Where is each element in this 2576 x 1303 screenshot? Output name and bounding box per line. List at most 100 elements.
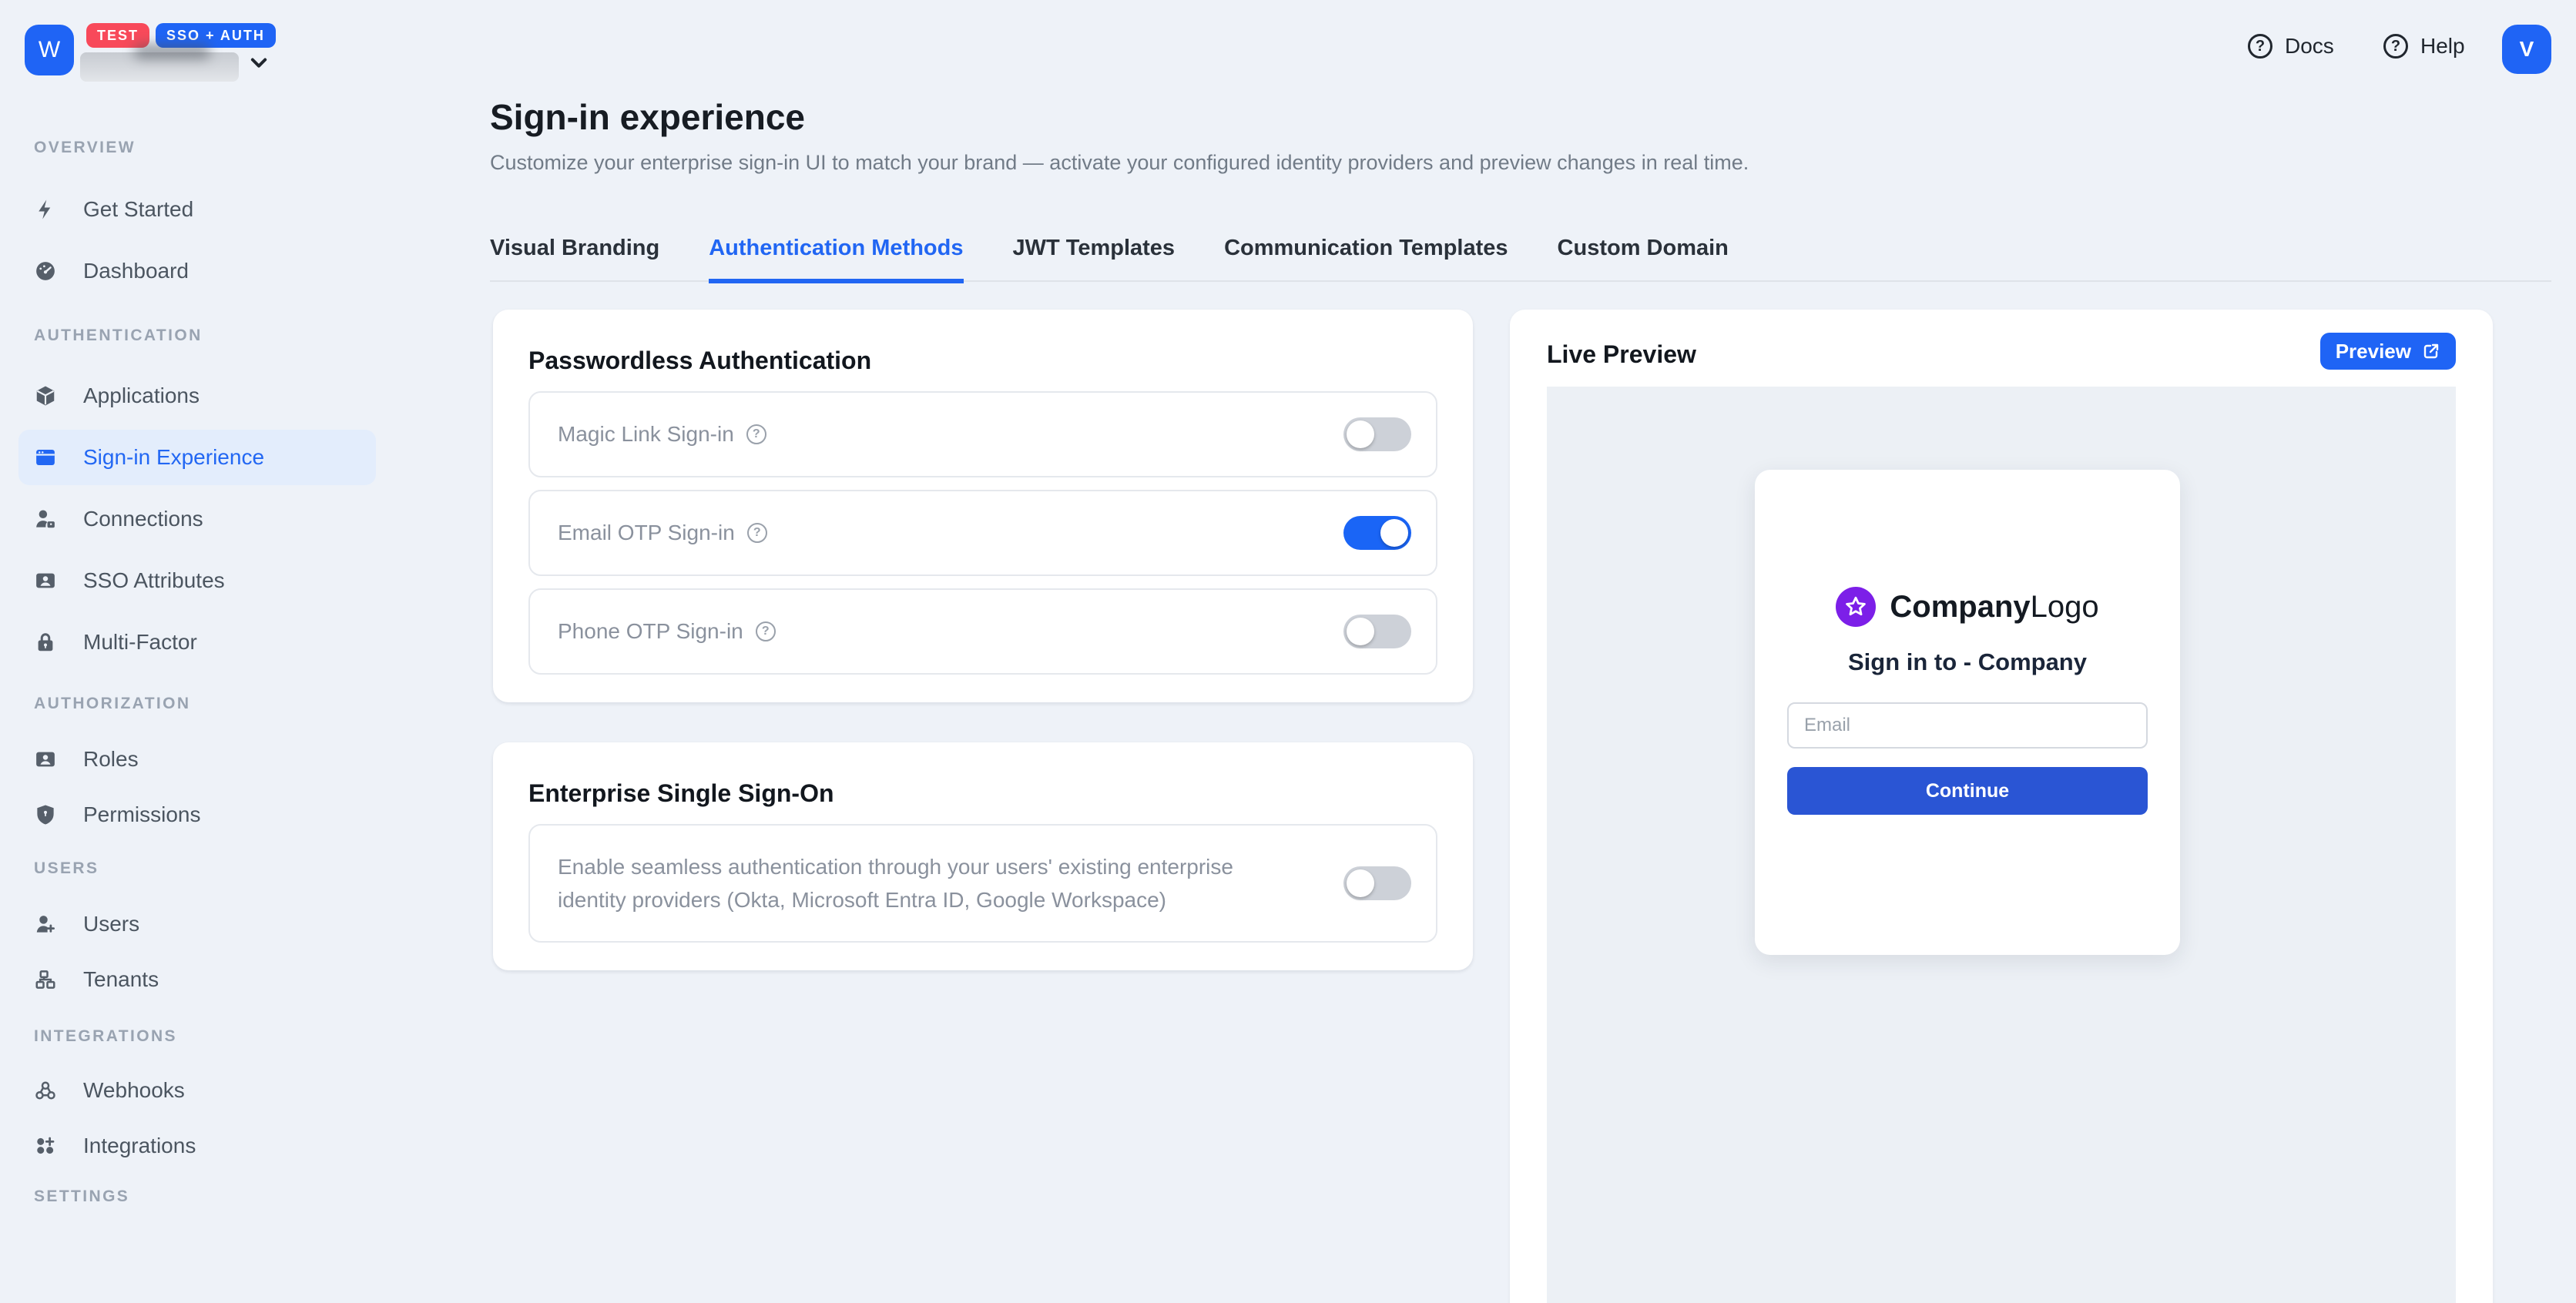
sidebar-item-label: Tenants [83, 967, 159, 992]
signin-heading: Sign in to - Company [1787, 648, 2148, 676]
help-link[interactable]: ? Help [2383, 34, 2465, 59]
tab-jwt-templates[interactable]: JWT Templates [1013, 234, 1176, 280]
app-root: W TEST SSO + AUTH ? Docs ? Help V OVERVI… [0, 0, 2576, 1303]
magic-link-label: Magic Link Sign-in [558, 422, 734, 447]
brand-bold: Company [1890, 590, 2030, 624]
sidebar-item-sign-in-experience[interactable]: Sign-in Experience [18, 430, 376, 485]
sidebar-item-label: Permissions [83, 802, 200, 827]
sidebar-item-webhooks[interactable]: Webhooks [18, 1063, 376, 1118]
sidebar-item-users[interactable]: Users [18, 896, 376, 952]
help-label: Help [2420, 34, 2465, 59]
page-subtitle: Customize your enterprise sign-in UI to … [490, 151, 2551, 175]
email-otp-label: Email OTP Sign-in [558, 521, 735, 545]
sidebar-item-connections[interactable]: Connections [18, 491, 376, 547]
sidebar-item-label: Integrations [83, 1134, 196, 1158]
passwordless-title: Passwordless Authentication [528, 348, 1437, 373]
sidebar-item-permissions[interactable]: Permissions [18, 787, 376, 842]
sidebar-item-integrations[interactable]: Integrations [18, 1118, 376, 1174]
toggle-knob [1347, 869, 1374, 897]
phone-otp-label: Phone OTP Sign-in [558, 619, 743, 644]
preview-button[interactable]: Preview [2320, 333, 2456, 370]
live-preview-panel: Live Preview Preview CompanyLogo Sign in… [1510, 310, 2493, 1303]
docs-label: Docs [2285, 34, 2334, 59]
email-otp-row: Email OTP Sign-in ? [528, 490, 1437, 576]
toggle-knob [1347, 420, 1374, 448]
sidebar-item-sso-attributes[interactable]: SSO Attributes [18, 553, 376, 608]
sidebar-item-label: SSO Attributes [83, 568, 225, 593]
padlock-icon [34, 631, 57, 654]
external-link-icon [2422, 342, 2440, 360]
gauge-icon [34, 260, 57, 283]
toggle-knob [1380, 519, 1408, 547]
webhook-icon [34, 1079, 57, 1102]
user-lock-icon [34, 507, 57, 531]
email-otp-toggle[interactable] [1343, 516, 1411, 550]
sidebar-item-label: Dashboard [83, 259, 189, 283]
passwordless-card: Passwordless Authentication Magic Link S… [493, 310, 1473, 702]
contact-card-icon [34, 748, 57, 771]
toggle-knob [1347, 618, 1374, 645]
company-logo-icon [1836, 587, 1876, 627]
tab-bar: Visual Branding Authentication Methods J… [490, 234, 2551, 282]
tab-custom-domain[interactable]: Custom Domain [1558, 234, 1729, 280]
magic-link-row: Magic Link Sign-in ? [528, 391, 1437, 477]
enterprise-sso-toggle[interactable] [1343, 866, 1411, 900]
help-circle-icon[interactable]: ? [746, 424, 766, 444]
sidebar-section-settings: SETTINGS [18, 1187, 376, 1206]
help-circle-icon: ? [2383, 34, 2408, 59]
tab-visual-branding[interactable]: Visual Branding [490, 234, 659, 280]
sidebar-item-label: Webhooks [83, 1078, 185, 1103]
shield-icon [34, 803, 57, 826]
phone-otp-toggle[interactable] [1343, 615, 1411, 648]
browser-icon [34, 446, 57, 469]
continue-button[interactable]: Continue [1787, 767, 2148, 815]
sidebar-item-label: Sign-in Experience [83, 445, 264, 470]
user-avatar[interactable]: V [2502, 25, 2551, 74]
preview-area: CompanyLogo Sign in to - Company Continu… [1547, 387, 2456, 1303]
sidebar-item-label: Users [83, 912, 139, 936]
sidebar-item-get-started[interactable]: Get Started [18, 182, 376, 237]
live-preview-title: Live Preview [1547, 340, 1696, 369]
integrations-icon [34, 1134, 57, 1157]
help-circle-icon[interactable]: ? [756, 621, 776, 641]
page-header: Sign-in experience Customize your enterp… [490, 99, 2551, 175]
sidebar-section-authorization: AUTHORIZATION [18, 695, 376, 713]
enterprise-sso-row: Enable seamless authentication through y… [528, 824, 1437, 943]
tab-authentication-methods[interactable]: Authentication Methods [709, 234, 963, 280]
sidebar-section-users: USERS [18, 859, 376, 878]
brand-row: CompanyLogo [1787, 587, 2148, 627]
sidebar: OVERVIEW Get Started Dashboard AUTHENTIC… [0, 0, 394, 1303]
package-icon [34, 384, 57, 407]
email-field[interactable] [1787, 702, 2148, 749]
brand-name: CompanyLogo [1890, 587, 2098, 627]
star-icon [1843, 595, 1868, 619]
brand-light: Logo [2031, 590, 2099, 624]
contact-card-icon [34, 569, 57, 592]
sidebar-section-integrations: INTEGRATIONS [18, 1027, 376, 1046]
tab-communication-templates[interactable]: Communication Templates [1224, 234, 1508, 280]
help-circle-icon[interactable]: ? [747, 523, 767, 543]
user-plus-icon [34, 913, 57, 936]
sidebar-item-label: Roles [83, 747, 139, 772]
help-circle-icon: ? [2248, 34, 2272, 59]
docs-link[interactable]: ? Docs [2248, 34, 2334, 59]
enterprise-sso-title: Enterprise Single Sign-On [528, 781, 1437, 806]
enterprise-sso-card: Enterprise Single Sign-On Enable seamles… [493, 742, 1473, 970]
bolt-icon [34, 198, 57, 221]
page-title: Sign-in experience [490, 99, 2551, 136]
sidebar-section-overview: OVERVIEW [18, 139, 376, 157]
sidebar-item-tenants[interactable]: Tenants [18, 952, 376, 1007]
sidebar-item-multi-factor[interactable]: Multi-Factor [18, 615, 376, 670]
signin-preview-card: CompanyLogo Sign in to - Company Continu… [1755, 470, 2180, 955]
sidebar-item-label: Multi-Factor [83, 630, 197, 655]
sidebar-item-label: Connections [83, 507, 203, 531]
phone-otp-row: Phone OTP Sign-in ? [528, 588, 1437, 675]
sidebar-item-applications[interactable]: Applications [18, 368, 376, 424]
sidebar-item-label: Get Started [83, 197, 193, 222]
sidebar-item-label: Applications [83, 384, 200, 408]
sidebar-item-roles[interactable]: Roles [18, 732, 376, 787]
preview-button-label: Preview [2336, 340, 2411, 363]
magic-link-toggle[interactable] [1343, 417, 1411, 451]
sidebar-item-dashboard[interactable]: Dashboard [18, 243, 376, 299]
sidebar-section-authentication: AUTHENTICATION [18, 327, 376, 345]
